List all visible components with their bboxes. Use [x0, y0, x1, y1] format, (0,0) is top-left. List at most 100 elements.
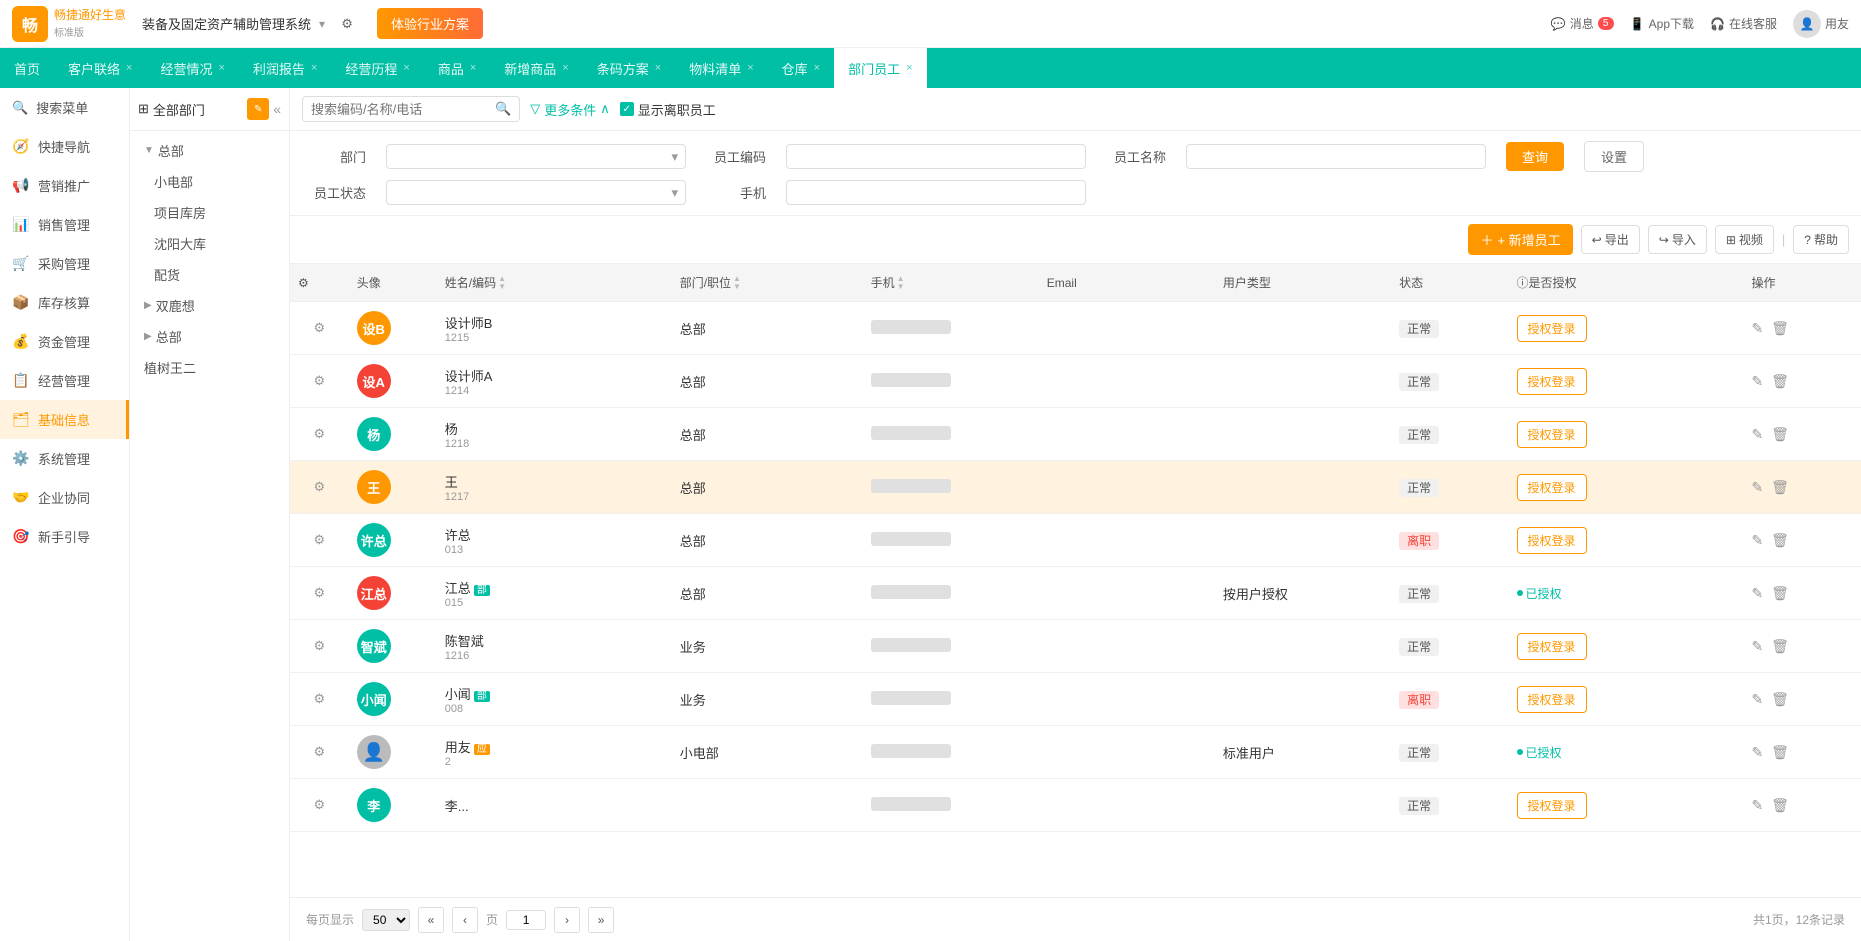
message-button[interactable]: 💬 消息 5	[1551, 15, 1614, 32]
delete-icon[interactable]: 🗑	[1771, 691, 1789, 708]
filter-phone-input[interactable]	[786, 180, 1086, 205]
import-button[interactable]: ↪ 导入	[1648, 225, 1707, 254]
auth-login-button[interactable]: 授权登录	[1517, 315, 1587, 342]
row-settings-icon[interactable]: ⚙	[314, 373, 326, 388]
row-settings-icon[interactable]: ⚙	[314, 744, 326, 759]
filter-status-select[interactable]	[386, 180, 686, 205]
next-page-button[interactable]: ›	[554, 907, 580, 933]
close-icon[interactable]: ×	[655, 62, 661, 74]
close-icon[interactable]: ×	[470, 62, 476, 74]
dept-node-peihuo[interactable]: 配货	[146, 259, 289, 290]
system-arrow-icon[interactable]: ▾	[319, 17, 325, 31]
close-icon[interactable]: ×	[562, 62, 568, 74]
add-employee-button[interactable]: ＋ + 新增员工	[1468, 224, 1572, 255]
tab-department[interactable]: 部门员工 ×	[834, 48, 926, 88]
row-settings-icon[interactable]: ⚙	[314, 426, 326, 441]
row-settings-icon[interactable]: ⚙	[314, 532, 326, 547]
current-page-input[interactable]	[506, 910, 546, 930]
dept-node-zongbu-parent[interactable]: ▼ 总部	[130, 135, 289, 166]
auth-login-button[interactable]: 授权登录	[1517, 527, 1587, 554]
row-settings-icon[interactable]: ⚙	[314, 691, 326, 706]
auth-login-button[interactable]: 授权登录	[1517, 368, 1587, 395]
auth-login-button[interactable]: 授权登录	[1517, 633, 1587, 660]
auth-login-button[interactable]: 授权登录	[1517, 792, 1587, 819]
tab-history[interactable]: 经营历程 ×	[331, 48, 423, 88]
tab-warehouse[interactable]: 仓库 ×	[768, 48, 834, 88]
sidebar-item-collab[interactable]: 🤝 企业协同	[0, 478, 129, 517]
tab-customer[interactable]: 客户联络 ×	[54, 48, 146, 88]
sidebar-item-management[interactable]: 📋 经营管理	[0, 361, 129, 400]
filter-dept-select[interactable]	[386, 144, 686, 169]
user-avatar-button[interactable]: 👤 用友	[1793, 10, 1849, 38]
close-icon[interactable]: ×	[126, 62, 132, 74]
last-page-button[interactable]: »	[588, 907, 614, 933]
dept-node-shuanglu[interactable]: ▶ 双鹿想	[130, 290, 289, 321]
tab-bom[interactable]: 物料清单 ×	[675, 48, 767, 88]
trial-button[interactable]: 体验行业方案	[377, 8, 483, 39]
sidebar-item-basic[interactable]: 🗂 基础信息	[0, 400, 129, 439]
sidebar-item-inventory[interactable]: 📦 库存核算	[0, 283, 129, 322]
col-settings[interactable]: ⚙	[290, 264, 349, 302]
prev-page-button[interactable]: ‹	[452, 907, 478, 933]
edit-icon[interactable]: ✎	[1751, 320, 1763, 337]
dept-collapse-icon[interactable]: «	[273, 101, 281, 117]
edit-icon[interactable]: ✎	[1751, 373, 1763, 390]
sidebar-item-finance[interactable]: 💰 资金管理	[0, 322, 129, 361]
per-page-select[interactable]: 50	[362, 909, 410, 931]
sidebar-item-quicknav[interactable]: 🧭 快捷导航	[0, 127, 129, 166]
close-icon[interactable]: ×	[747, 62, 753, 74]
close-icon[interactable]: ×	[906, 62, 912, 74]
query-button[interactable]: 查询	[1506, 142, 1564, 171]
edit-icon[interactable]: ✎	[1751, 638, 1763, 655]
row-settings-icon[interactable]: ⚙	[314, 585, 326, 600]
auth-login-button[interactable]: 授权登录	[1517, 686, 1587, 713]
auth-login-button[interactable]: 授权登录	[1517, 474, 1587, 501]
tab-barcode[interactable]: 条码方案 ×	[583, 48, 675, 88]
tab-profit[interactable]: 利润报告 ×	[239, 48, 331, 88]
app-download-button[interactable]: 📱 App下载	[1630, 15, 1694, 32]
first-page-button[interactable]: «	[418, 907, 444, 933]
delete-icon[interactable]: 🗑	[1771, 797, 1789, 814]
sidebar-item-system[interactable]: ⚙️ 系统管理	[0, 439, 129, 478]
show-resigned-checkbox[interactable]: ✓ 显示离职员工	[620, 100, 716, 119]
filter-name-input[interactable]	[1186, 144, 1486, 169]
set-button[interactable]: 设置	[1584, 141, 1644, 172]
dept-node-xiaodianbu[interactable]: 小电部	[146, 166, 289, 197]
filter-code-input[interactable]	[786, 144, 1086, 169]
sidebar-search[interactable]: 🔍 搜索菜单	[0, 88, 129, 127]
delete-icon[interactable]: 🗑	[1771, 744, 1789, 761]
edit-icon[interactable]: ✎	[1751, 426, 1763, 443]
row-settings-icon[interactable]: ⚙	[314, 479, 326, 494]
settings-button[interactable]: ⚙	[333, 10, 361, 38]
close-icon[interactable]: ×	[814, 62, 820, 74]
row-settings-icon[interactable]: ⚙	[314, 638, 326, 653]
delete-icon[interactable]: 🗑	[1771, 585, 1789, 602]
delete-icon[interactable]: 🗑	[1771, 479, 1789, 496]
help-button[interactable]: ? 帮助	[1793, 225, 1849, 254]
col-name-code[interactable]: 姓名/编码 ▲▼	[437, 264, 672, 302]
sidebar-item-sales[interactable]: 📊 销售管理	[0, 205, 129, 244]
sidebar-item-purchase[interactable]: 🛒 采购管理	[0, 244, 129, 283]
delete-icon[interactable]: 🗑	[1771, 373, 1789, 390]
edit-icon[interactable]: ✎	[1751, 532, 1763, 549]
tab-add-goods[interactable]: 新增商品 ×	[490, 48, 582, 88]
search-input[interactable]	[311, 102, 491, 117]
tab-goods[interactable]: 商品 ×	[424, 48, 490, 88]
edit-icon[interactable]: ✎	[1751, 479, 1763, 496]
close-icon[interactable]: ×	[403, 62, 409, 74]
close-icon[interactable]: ×	[218, 62, 224, 74]
more-filter-button[interactable]: ▽ 更多条件 ∧	[530, 100, 610, 119]
auth-login-button[interactable]: 授权登录	[1517, 421, 1587, 448]
col-phone[interactable]: 手机 ▲▼	[863, 264, 1039, 302]
edit-icon[interactable]: ✎	[1751, 691, 1763, 708]
dept-node-zhishuwang[interactable]: 植树王二	[130, 352, 289, 383]
col-dept[interactable]: 部门/职位 ▲▼	[672, 264, 863, 302]
search-icon[interactable]: 🔍	[495, 101, 511, 117]
dept-add-icon[interactable]: ✎	[247, 98, 269, 120]
delete-icon[interactable]: 🗑	[1771, 320, 1789, 337]
dept-node-shenyangdaku[interactable]: 沈阳大库	[146, 228, 289, 259]
edit-icon[interactable]: ✎	[1751, 744, 1763, 761]
edit-icon[interactable]: ✎	[1751, 797, 1763, 814]
edit-icon[interactable]: ✎	[1751, 585, 1763, 602]
delete-icon[interactable]: 🗑	[1771, 532, 1789, 549]
